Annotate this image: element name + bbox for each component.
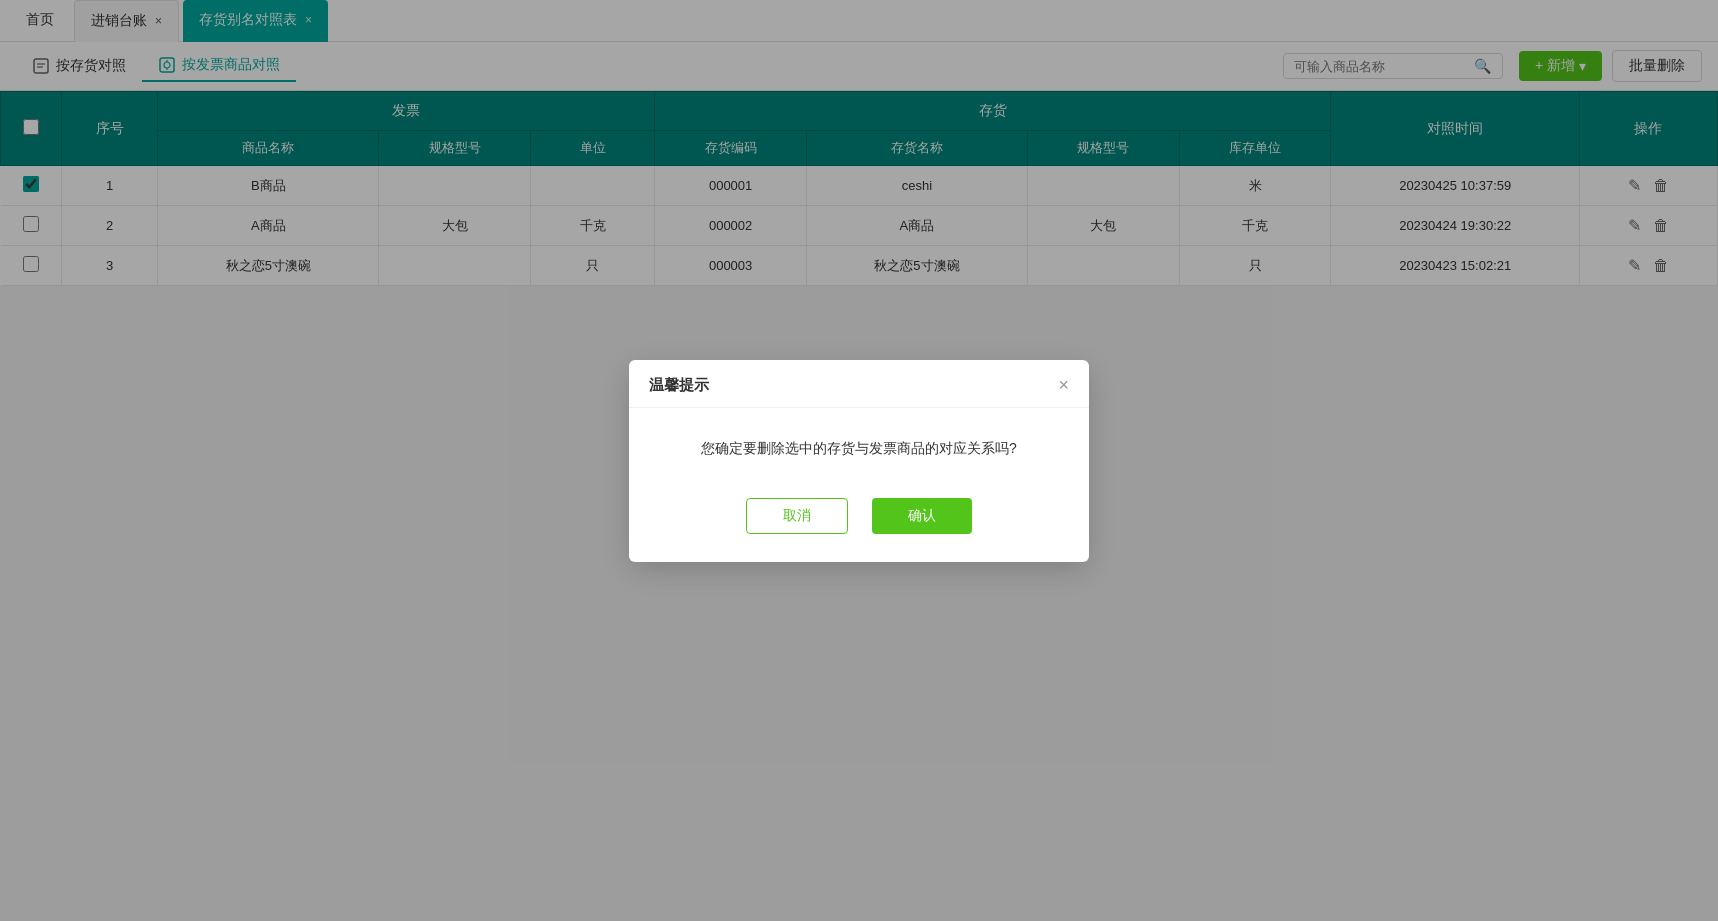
dialog-overlay: 温馨提示 × 您确定要删除选中的存货与发票商品的对应关系吗? 取消 确认 — [0, 0, 1718, 286]
